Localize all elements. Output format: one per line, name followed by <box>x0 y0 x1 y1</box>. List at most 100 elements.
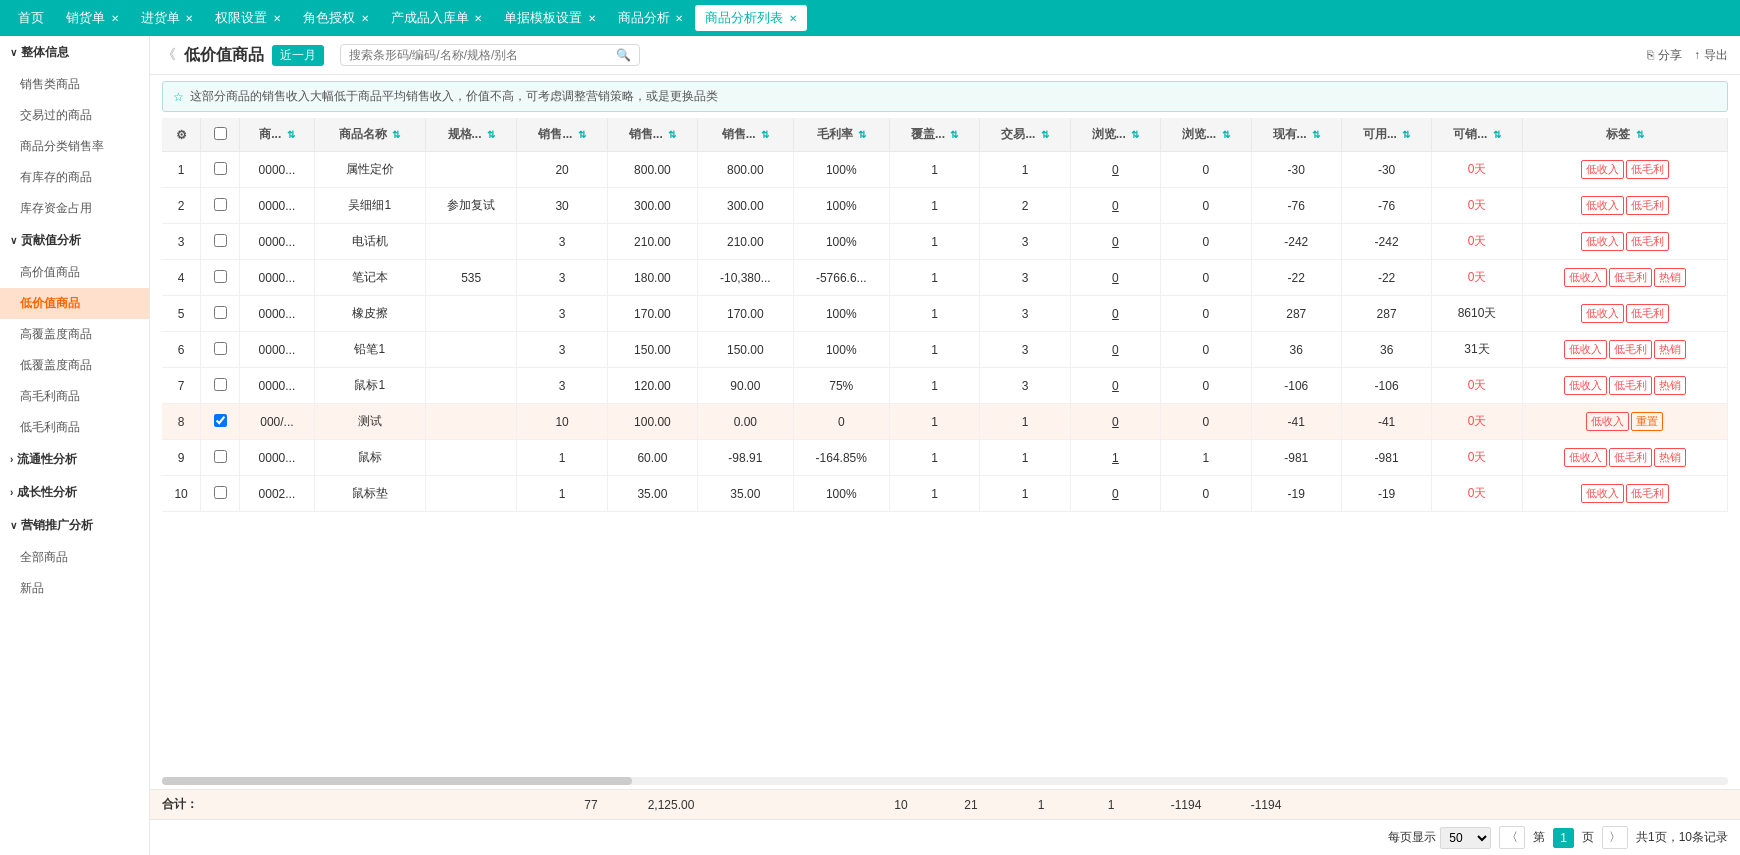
share-btn[interactable]: ⎘ 分享 <box>1647 47 1682 64</box>
col-current-stock[interactable]: 现有... ⇅ <box>1251 118 1341 152</box>
per-page-select: 每页显示 50 100 200 <box>1388 827 1491 849</box>
cell-views1[interactable]: 0 <box>1070 476 1160 512</box>
row-checkbox[interactable] <box>214 450 227 463</box>
row-checkbox[interactable] <box>214 162 227 175</box>
row-checkbox[interactable] <box>214 270 227 283</box>
sidebar-item-high-margin[interactable]: 高毛利商品 <box>0 381 149 412</box>
nav-purchase[interactable]: 进货单 ✕ <box>131 5 204 31</box>
nav-roles[interactable]: 角色授权 ✕ <box>293 5 379 31</box>
page-size-select[interactable]: 50 100 200 <box>1440 827 1491 849</box>
collapse-sidebar-btn[interactable]: 《 <box>162 46 176 64</box>
nav-close-sales[interactable]: ✕ <box>111 13 119 24</box>
cell-checkbox <box>201 188 240 224</box>
cell-sales-price: 35.00 <box>607 476 697 512</box>
sidebar-item-high-value[interactable]: 高价值商品 <box>0 257 149 288</box>
cell-sales-qty: 3 <box>517 296 607 332</box>
col-sales-amount[interactable]: 销售... ⇅ <box>698 118 793 152</box>
cell-views1[interactable]: 0 <box>1070 188 1160 224</box>
col-code[interactable]: 商... ⇅ <box>240 118 314 152</box>
cell-views1[interactable]: 1 <box>1070 440 1160 476</box>
col-settings[interactable]: ⚙ <box>162 118 201 152</box>
col-tags[interactable]: 标签 ⇅ <box>1522 118 1727 152</box>
sidebar-item-low-coverage[interactable]: 低覆盖度商品 <box>0 350 149 381</box>
cell-current-stock: 287 <box>1251 296 1341 332</box>
sidebar-group-circulation[interactable]: ›流通性分析 <box>0 443 149 476</box>
next-page-btn[interactable]: 〉 <box>1602 826 1628 849</box>
sidebar-item-category-rate[interactable]: 商品分类销售率 <box>0 131 149 162</box>
cell-gross-margin: 100% <box>793 188 889 224</box>
cell-coverage: 1 <box>889 224 979 260</box>
sidebar-item-sales-products[interactable]: 销售类商品 <box>0 69 149 100</box>
nav-analysis[interactable]: 商品分析 ✕ <box>608 5 694 31</box>
cell-gross-margin: 100% <box>793 224 889 260</box>
row-checkbox[interactable] <box>214 414 227 427</box>
nav-templates[interactable]: 单据模板设置 ✕ <box>494 5 606 31</box>
col-spec[interactable]: 规格... ⇅ <box>425 118 516 152</box>
nav-close-perms[interactable]: ✕ <box>273 13 281 24</box>
cell-views2: 0 <box>1161 404 1251 440</box>
time-badge[interactable]: 近一月 <box>272 45 324 66</box>
nav-close-templates[interactable]: ✕ <box>588 13 596 24</box>
cell-transactions: 3 <box>980 260 1070 296</box>
col-sales-qty[interactable]: 销售... ⇅ <box>517 118 607 152</box>
cell-views1[interactable]: 0 <box>1070 260 1160 296</box>
nav-perms[interactable]: 权限设置 ✕ <box>205 5 291 31</box>
cell-sales-qty: 20 <box>517 152 607 188</box>
col-views2[interactable]: 浏览... ⇅ <box>1161 118 1251 152</box>
nav-close-analysis[interactable]: ✕ <box>675 13 683 24</box>
cell-spec: 参加复试 <box>425 188 516 224</box>
search-input[interactable] <box>349 48 616 62</box>
footer-label: 合计： <box>162 796 198 813</box>
col-sales-price[interactable]: 销售... ⇅ <box>607 118 697 152</box>
cell-views1[interactable]: 0 <box>1070 404 1160 440</box>
cell-gross-margin: -5766.6... <box>793 260 889 296</box>
nav-close-purchase[interactable]: ✕ <box>185 13 193 24</box>
cell-tags: 低收入低毛利 <box>1522 152 1727 188</box>
nav-products[interactable]: 产成品入库单 ✕ <box>381 5 493 31</box>
cell-views1[interactable]: 0 <box>1070 368 1160 404</box>
current-page[interactable]: 1 <box>1553 828 1574 848</box>
select-all-checkbox[interactable] <box>214 127 227 140</box>
cell-views1[interactable]: 0 <box>1070 224 1160 260</box>
cell-current-stock: -242 <box>1251 224 1341 260</box>
nav-analysis-list[interactable]: 商品分析列表 ✕ <box>695 5 807 31</box>
row-checkbox[interactable] <box>214 342 227 355</box>
sidebar-item-all-products[interactable]: 全部商品 <box>0 542 149 573</box>
sidebar-group-contribution[interactable]: ∨贡献值分析 <box>0 224 149 257</box>
nav-close-analysis-list[interactable]: ✕ <box>789 13 797 24</box>
prev-page-btn[interactable]: 〈 <box>1499 826 1525 849</box>
row-checkbox[interactable] <box>214 198 227 211</box>
col-gross-margin[interactable]: 毛利率 ⇅ <box>793 118 889 152</box>
sidebar-group-growth[interactable]: ›成长性分析 <box>0 476 149 509</box>
row-checkbox[interactable] <box>214 486 227 499</box>
col-transactions[interactable]: 交易... ⇅ <box>980 118 1070 152</box>
sidebar-item-traded[interactable]: 交易过的商品 <box>0 100 149 131</box>
cell-views1[interactable]: 0 <box>1070 296 1160 332</box>
col-views1[interactable]: 浏览... ⇅ <box>1070 118 1160 152</box>
col-name[interactable]: 商品名称 ⇅ <box>314 118 425 152</box>
sidebar-item-low-value[interactable]: 低价值商品 <box>0 288 149 319</box>
row-checkbox[interactable] <box>214 234 227 247</box>
cell-views1[interactable]: 0 <box>1070 332 1160 368</box>
sidebar-item-high-coverage[interactable]: 高覆盖度商品 <box>0 319 149 350</box>
cell-views1[interactable]: 0 <box>1070 152 1160 188</box>
col-sellable[interactable]: 可销... ⇅ <box>1432 118 1522 152</box>
sidebar-group-overall[interactable]: ∨整体信息 <box>0 36 149 69</box>
row-checkbox[interactable] <box>214 306 227 319</box>
scrollbar-track[interactable] <box>162 777 1728 785</box>
sidebar-item-new-products[interactable]: 新品 <box>0 573 149 604</box>
nav-close-roles[interactable]: ✕ <box>361 13 369 24</box>
nav-sales[interactable]: 销货单 ✕ <box>56 5 129 31</box>
sidebar-item-inventory[interactable]: 有库存的商品 <box>0 162 149 193</box>
nav-close-products[interactable]: ✕ <box>474 13 482 24</box>
nav-home[interactable]: 首页 <box>8 5 54 31</box>
sidebar-item-capital[interactable]: 库存资金占用 <box>0 193 149 224</box>
sidebar-item-low-margin[interactable]: 低毛利商品 <box>0 412 149 443</box>
col-coverage[interactable]: 覆盖... ⇅ <box>889 118 979 152</box>
cell-tags: 低收入低毛利 <box>1522 224 1727 260</box>
row-checkbox[interactable] <box>214 378 227 391</box>
col-available-stock[interactable]: 可用... ⇅ <box>1341 118 1431 152</box>
search-icon[interactable]: 🔍 <box>616 48 631 62</box>
sidebar-group-marketing[interactable]: ∨营销推广分析 <box>0 509 149 542</box>
export-btn[interactable]: ↑ 导出 <box>1694 47 1728 64</box>
